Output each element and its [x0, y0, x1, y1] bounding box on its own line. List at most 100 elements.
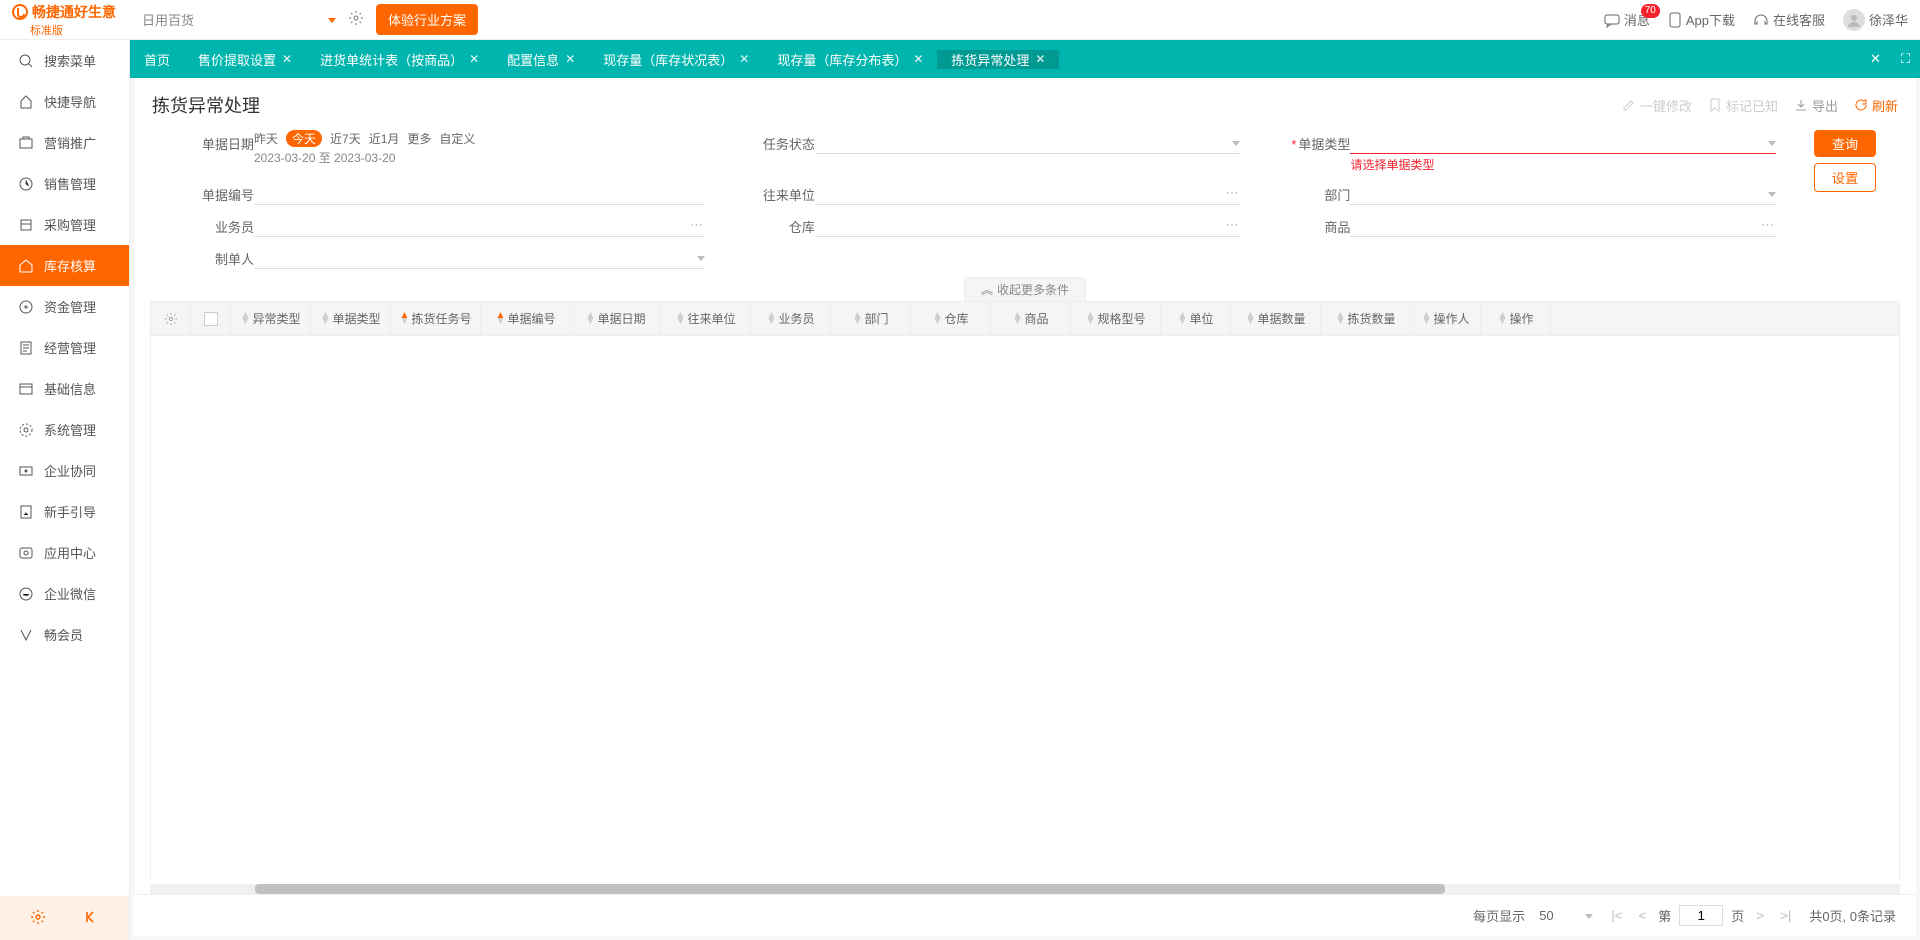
sort-icon: ▲▼	[321, 313, 331, 325]
column-header[interactable]: ▲▼单据日期	[571, 302, 661, 335]
column-header[interactable]: ▲▼单据类型	[311, 302, 391, 335]
next-page-button[interactable]: >	[1752, 906, 1768, 925]
date-option[interactable]: 近1月	[369, 130, 400, 147]
date-option[interactable]: 更多	[407, 130, 431, 147]
menu-icon	[18, 545, 34, 561]
sidebar-item-9[interactable]: 系统管理	[0, 409, 129, 450]
tab-2[interactable]: 进货单统计表（按商品）✕	[306, 50, 493, 69]
select-all[interactable]	[191, 302, 231, 335]
query-button[interactable]: 查询	[1814, 130, 1876, 157]
settings-icon[interactable]	[348, 10, 364, 29]
goods-input[interactable]	[1350, 213, 1776, 237]
tabbar: 首页售价提取设置✕进货单统计表（按商品）✕配置信息✕现存量（库存状况表）✕现存量…	[130, 40, 1920, 78]
column-header[interactable]: ▲▼操作	[1481, 302, 1551, 335]
export-action[interactable]: 导出	[1794, 96, 1838, 115]
task-status-label: 任务状态	[735, 130, 815, 153]
column-header[interactable]: ▲▼操作人	[1411, 302, 1481, 335]
bill-no-input[interactable]	[254, 181, 705, 205]
dept-input[interactable]	[1350, 181, 1776, 205]
close-icon[interactable]: ✕	[565, 52, 575, 66]
tab-6[interactable]: 拣货异常处理✕	[937, 50, 1059, 69]
sidebar-item-8[interactable]: 基础信息	[0, 368, 129, 409]
column-header[interactable]: ▲▼单位	[1161, 302, 1231, 335]
footer-collapse-icon[interactable]	[83, 909, 99, 928]
prev-page-button[interactable]: <	[1634, 906, 1650, 925]
fullscreen-toggle[interactable]: ⛶	[1891, 51, 1920, 67]
column-header[interactable]: ▲▼部门	[831, 302, 911, 335]
sidebar-item-13[interactable]: 企业微信	[0, 573, 129, 614]
salesman-label: 业务员	[174, 213, 254, 236]
column-header[interactable]: ▲▼商品	[991, 302, 1071, 335]
per-page-select[interactable]: 50	[1539, 908, 1593, 923]
sidebar-item-12[interactable]: 应用中心	[0, 532, 129, 573]
category-dropdown[interactable]: 日用百货	[142, 10, 336, 29]
date-option[interactable]: 自定义	[439, 130, 475, 147]
support-link[interactable]: 在线客服	[1753, 10, 1825, 29]
column-header[interactable]: ▲▼拣货数量	[1321, 302, 1411, 335]
close-all-tabs[interactable]: ✕	[1860, 51, 1891, 67]
sidebar-item-0[interactable]: 搜索菜单	[0, 40, 129, 81]
column-header[interactable]: ▲▼异常类型	[231, 302, 311, 335]
tab-1[interactable]: 售价提取设置✕	[184, 50, 306, 69]
sidebar-item-14[interactable]: 畅会员	[0, 614, 129, 655]
column-header[interactable]: ▲▼拣货任务号	[391, 302, 481, 335]
user-menu[interactable]: 徐泽华	[1843, 9, 1908, 31]
salesman-input[interactable]	[254, 213, 705, 237]
sidebar-item-5[interactable]: 库存核算	[0, 245, 129, 286]
sidebar-item-4[interactable]: 采购管理	[0, 204, 129, 245]
collapse-filters-button[interactable]: ︽ 收起更多条件	[964, 277, 1086, 301]
sidebar-item-6[interactable]: 资金管理	[0, 286, 129, 327]
column-header[interactable]: ▲▼单据数量	[1231, 302, 1321, 335]
warehouse-input[interactable]	[815, 213, 1241, 237]
close-icon[interactable]: ✕	[469, 52, 479, 66]
tab-5[interactable]: 现存量（库存分布表）✕	[763, 50, 937, 69]
date-option[interactable]: 昨天	[254, 130, 278, 147]
mark-known-action[interactable]: 标记已知	[1708, 96, 1778, 115]
date-option[interactable]: 近7天	[330, 130, 361, 147]
refresh-icon	[1854, 98, 1868, 112]
chevron-down-icon	[1762, 135, 1776, 150]
last-page-button[interactable]: >|	[1776, 906, 1795, 925]
sidebar-item-3[interactable]: 销售管理	[0, 163, 129, 204]
close-icon[interactable]: ✕	[913, 52, 923, 66]
warehouse-label: 仓库	[735, 213, 815, 236]
column-header[interactable]: ▲▼往来单位	[661, 302, 751, 335]
footer-settings-icon[interactable]	[30, 909, 46, 928]
maker-input[interactable]	[254, 245, 705, 269]
first-page-button[interactable]: |<	[1607, 906, 1626, 925]
column-header[interactable]: ▲▼规格型号	[1071, 302, 1161, 335]
close-icon[interactable]: ✕	[739, 52, 749, 66]
app-download-link[interactable]: App下载	[1668, 10, 1735, 29]
category-value: 日用百货	[142, 10, 194, 29]
column-header[interactable]: ▲▼仓库	[911, 302, 991, 335]
sidebar-item-10[interactable]: 企业协同	[0, 450, 129, 491]
sidebar-item-1[interactable]: 快捷导航	[0, 81, 129, 122]
bill-type-input[interactable]	[1350, 130, 1776, 154]
sidebar-item-7[interactable]: 经营管理	[0, 327, 129, 368]
horizontal-scrollbar[interactable]	[150, 884, 1900, 894]
partner-input[interactable]	[815, 181, 1241, 205]
sidebar-item-11[interactable]: 新手引导	[0, 491, 129, 532]
chevron-down-icon	[1226, 135, 1240, 150]
refresh-action[interactable]: 刷新	[1854, 96, 1898, 115]
messages-link[interactable]: 消息 70	[1604, 10, 1650, 29]
page-input[interactable]	[1679, 905, 1723, 926]
filter-settings-button[interactable]: 设置	[1814, 163, 1876, 192]
tab-0[interactable]: 首页	[130, 50, 184, 69]
column-header[interactable]: ▲▼业务员	[751, 302, 831, 335]
tab-4[interactable]: 现存量（库存状况表） ✕	[589, 50, 763, 69]
column-header[interactable]: ▲▼单据编号	[481, 302, 571, 335]
cta-button[interactable]: 体验行业方案	[376, 4, 478, 35]
edit-icon	[1622, 98, 1636, 112]
batch-edit-action[interactable]: 一键修改	[1622, 96, 1692, 115]
tab-label: 现存量（库存状况表）	[603, 50, 733, 69]
task-status-input[interactable]	[815, 130, 1241, 154]
sidebar-item-2[interactable]: 营销推广	[0, 122, 129, 163]
close-icon[interactable]: ✕	[282, 52, 292, 66]
app-header: 畅捷通好生意 标准版 日用百货 体验行业方案 消息 70 App下载 在线客服 …	[0, 0, 1920, 40]
tab-3[interactable]: 配置信息✕	[493, 50, 589, 69]
page-title: 拣货异常处理	[152, 92, 260, 118]
date-option[interactable]: 今天	[286, 130, 322, 147]
close-icon[interactable]: ✕	[1035, 52, 1045, 66]
column-settings[interactable]	[151, 302, 191, 335]
